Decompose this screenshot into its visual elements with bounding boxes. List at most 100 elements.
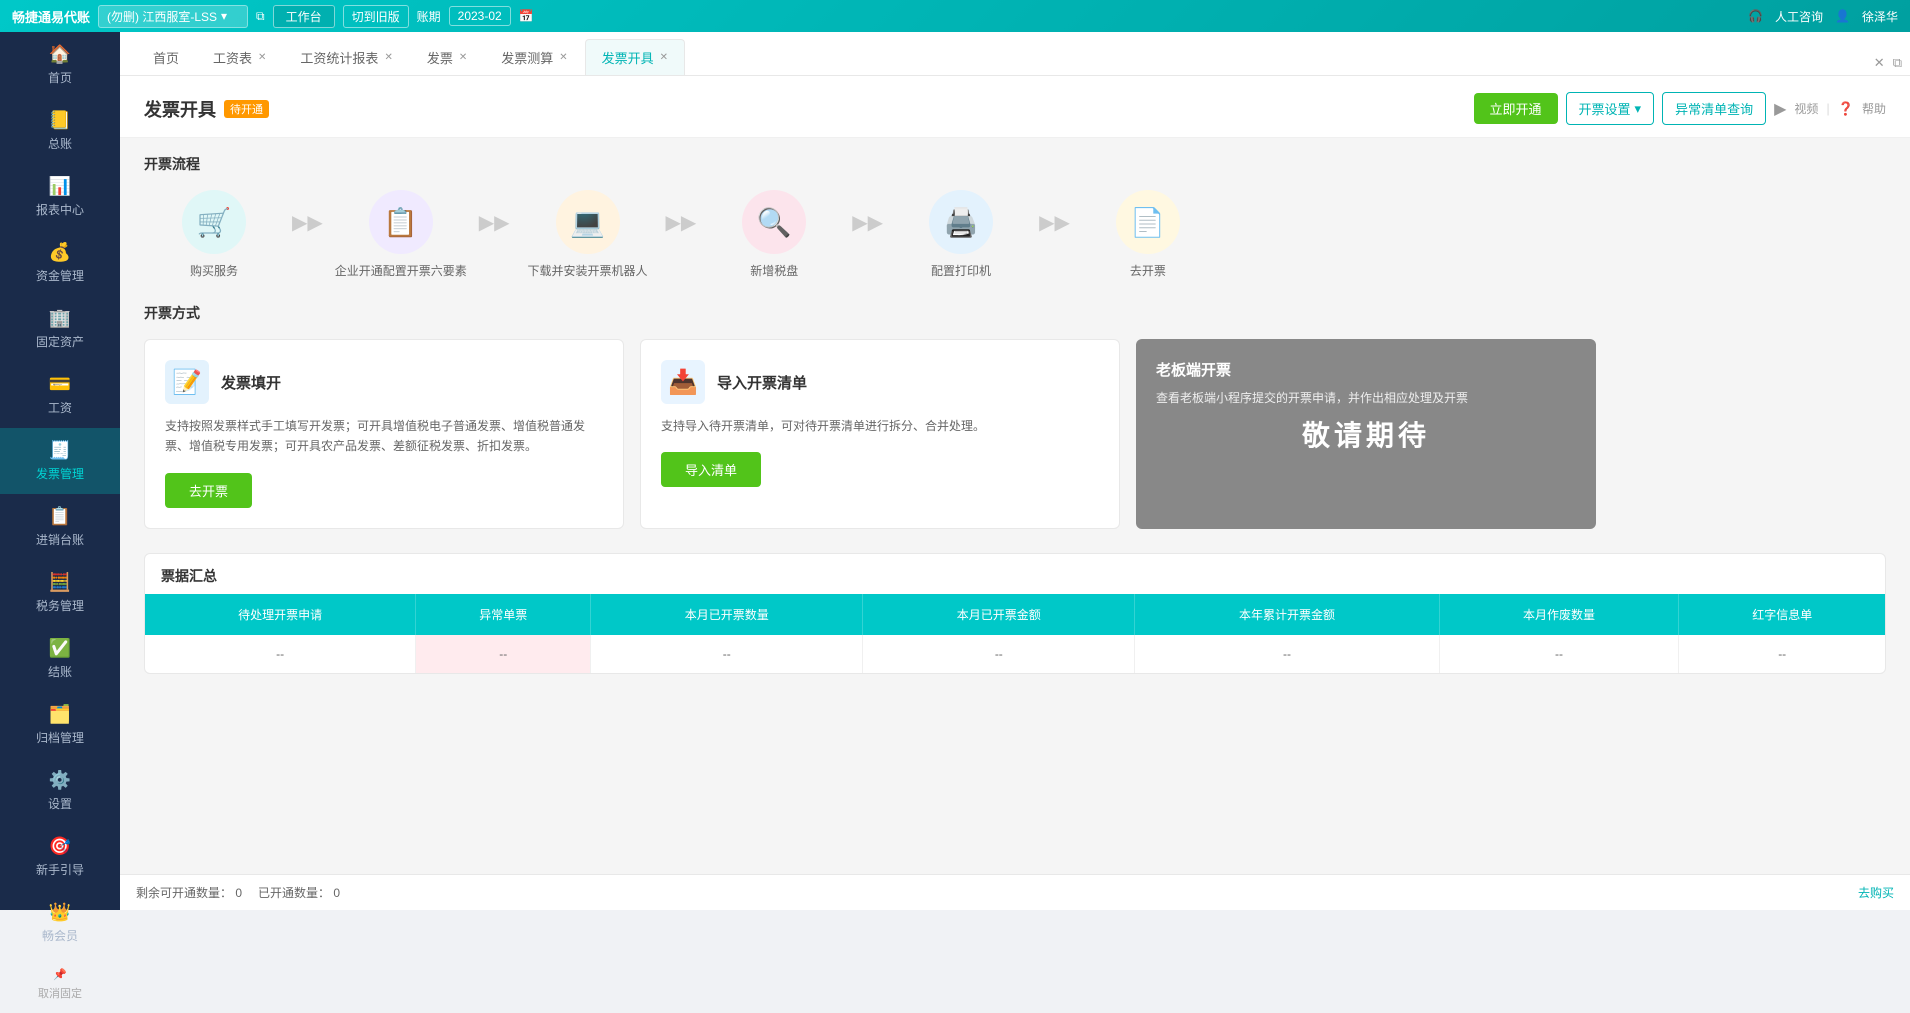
sidebar-item-archive[interactable]: 🗂️ 归档管理 xyxy=(0,692,120,758)
sidebar-item-tax[interactable]: 🧮 税务管理 xyxy=(0,560,120,626)
sidebar-item-funds[interactable]: 💰 资金管理 xyxy=(0,230,120,296)
summary-cell-red-info: -- xyxy=(1679,635,1885,673)
flow-step-config-printer: 🖨️ 配置打印机 xyxy=(891,190,1031,279)
summary-table: 待处理开票申请 异常单票 本月已开票数量 本月已开票金额 本年累计开票金额 本月… xyxy=(145,594,1885,673)
import-list-icon: 📥 xyxy=(661,360,705,404)
company-selector[interactable]: (勿删) 江西服室-LSS ▾ xyxy=(98,5,248,28)
workbench-button[interactable]: 工作台 xyxy=(273,5,335,28)
tax-icon: 🧮 xyxy=(49,572,71,593)
settings-dropdown-icon: ▾ xyxy=(1635,101,1642,117)
import-list-card: 📥 导入开票清单 支持导入待开票清单，可对待开票清单进行拆分、合并处理。 导入清… xyxy=(640,339,1120,529)
import-list-desc: 支持导入待开票清单，可对待开票清单进行拆分、合并处理。 xyxy=(661,416,1099,436)
tab-invoices[interactable]: 发票 ✕ xyxy=(410,39,484,75)
top-bar: 畅捷通易代账 (勿删) 江西服室-LSS ▾ ⧉ 工作台 切到旧版 账期 202… xyxy=(0,0,1910,32)
opened-value: 0 xyxy=(333,886,340,900)
settlement-icon: ✅ xyxy=(49,638,71,659)
tab-invoice-calc[interactable]: 发票测算 ✕ xyxy=(484,39,584,75)
flow-step-start-invoice-label: 去开票 xyxy=(1130,262,1166,279)
sidebar-label-tax: 税务管理 xyxy=(36,597,84,614)
flow-arrow-2: ▶▶ xyxy=(479,210,510,259)
sidebar-item-invoice[interactable]: 🧾 发票管理 xyxy=(0,428,120,494)
member-icon: 👑 xyxy=(49,902,71,923)
query-button[interactable]: 异常清单查询 xyxy=(1662,92,1766,125)
calendar-icon[interactable]: 📅 xyxy=(519,9,534,23)
manual-fill-desc: 支持按照发票样式手工填写开发票；可开具增值税电子普通发票、增值税普通发票、增值税… xyxy=(165,416,603,457)
sidebar-item-ledger[interactable]: 📒 总账 xyxy=(0,98,120,164)
video-label[interactable]: 视频 xyxy=(1794,100,1818,117)
remaining-label: 剩余可开通数量： 0 xyxy=(136,884,242,901)
open-now-button[interactable]: 立即开通 xyxy=(1474,93,1558,124)
sidebar-label-assets: 固定资产 xyxy=(36,333,84,350)
flow-step-buy-service: 🛒 购买服务 xyxy=(144,190,284,279)
page-title-row: 发票开具 待开通 xyxy=(144,96,269,122)
manual-fill-header: 📝 发票填开 xyxy=(165,360,603,404)
flow-section: 开票流程 🛒 购买服务 ▶▶ 📋 企业开通配置开票六要素 ▶▶ xyxy=(144,154,1886,279)
company-dropdown-icon: ▾ xyxy=(221,9,227,23)
top-bar-left: 畅捷通易代账 (勿删) 江西服室-LSS ▾ ⧉ 工作台 切到旧版 账期 202… xyxy=(12,5,534,28)
tab-salary-table[interactable]: 工资表 ✕ xyxy=(196,39,283,75)
summary-cell-month-count: -- xyxy=(591,635,863,673)
sidebar-label-guide: 新手引导 xyxy=(36,861,84,878)
tab-invoice-issue-close[interactable]: ✕ xyxy=(660,52,668,63)
start-invoice-icon: 📄 xyxy=(1116,190,1180,254)
sidebar-label-settings: 设置 xyxy=(48,795,72,812)
sidebar-item-unpin[interactable]: 📌 取消固定 xyxy=(0,956,120,1013)
tab-home[interactable]: 首页 xyxy=(136,39,196,75)
summary-table-header-row: 待处理开票申请 异常单票 本月已开票数量 本月已开票金额 本年累计开票金额 本月… xyxy=(145,594,1885,635)
sidebar-item-settings[interactable]: ⚙️ 设置 xyxy=(0,758,120,824)
sidebar-label-purchase-sale: 进销台账 xyxy=(36,531,84,548)
tab-salary-table-close[interactable]: ✕ xyxy=(258,52,266,63)
header-actions: 立即开通 开票设置 ▾ 异常清单查询 ▶ 视频 | ❓ 帮助 xyxy=(1474,92,1887,125)
tab-salary-stats[interactable]: 工资统计报表 ✕ xyxy=(283,39,409,75)
sidebar-label-settlement: 结账 xyxy=(48,663,72,680)
main-layout: 🏠 首页 📒 总账 📊 报表中心 💰 资金管理 🏢 固定资产 💳 工资 🧾 发票… xyxy=(0,32,1910,910)
copy-icon[interactable]: ⧉ xyxy=(256,9,265,24)
sidebar-item-member[interactable]: 👑 畅会员 xyxy=(0,890,120,956)
boss-card: 老板端开票 查看老板端小程序提交的开票申请，并作出相应处理及开票 敬请期待 xyxy=(1136,339,1596,529)
sidebar-item-reports[interactable]: 📊 报表中心 xyxy=(0,164,120,230)
close-window-icon[interactable]: ✕ xyxy=(1874,55,1885,71)
restore-window-icon[interactable]: ⧉ xyxy=(1893,55,1902,71)
human-support-label[interactable]: 人工咨询 xyxy=(1775,8,1823,25)
flow-arrow-5: ▶▶ xyxy=(1039,210,1070,259)
bottom-bar: 剩余可开通数量： 0 已开通数量： 0 去购买 xyxy=(120,874,1910,910)
sidebar-item-assets[interactable]: 🏢 固定资产 xyxy=(0,296,120,362)
company-label: (勿删) 江西服室-LSS xyxy=(107,8,217,25)
config-printer-icon: 🖨️ xyxy=(929,190,993,254)
flow-step-download-robot: 💻 下载并安装开票机器人 xyxy=(518,190,658,279)
import-list-button[interactable]: 导入清单 xyxy=(661,452,761,487)
flow-arrow-3: ▶▶ xyxy=(666,210,697,259)
sidebar-item-settlement[interactable]: ✅ 结账 xyxy=(0,626,120,692)
settings-button[interactable]: 开票设置 ▾ xyxy=(1566,92,1655,125)
sidebar-item-purchase-sale[interactable]: 📋 进销台账 xyxy=(0,494,120,560)
tab-invoices-close[interactable]: ✕ xyxy=(459,52,467,63)
summary-header-void-count: 本月作废数量 xyxy=(1439,594,1679,635)
tab-salary-stats-close[interactable]: ✕ xyxy=(384,52,392,63)
tab-invoice-issue[interactable]: 发票开具 ✕ xyxy=(585,39,685,75)
sidebar-label-member: 畅会员 xyxy=(42,927,78,944)
enterprise-setup-icon: 📋 xyxy=(369,190,433,254)
summary-header-month-count: 本月已开票数量 xyxy=(591,594,863,635)
question-icon: ❓ xyxy=(1838,101,1854,117)
user-name[interactable]: 徐泽华 xyxy=(1862,8,1898,25)
switch-old-button[interactable]: 切到旧版 xyxy=(343,5,409,28)
tab-invoice-calc-close[interactable]: ✕ xyxy=(559,52,567,63)
sidebar-label-unpin: 取消固定 xyxy=(38,985,82,1001)
sidebar: 🏠 首页 📒 总账 📊 报表中心 💰 资金管理 🏢 固定资产 💳 工资 🧾 发票… xyxy=(0,32,120,910)
purchase-sale-icon: 📋 xyxy=(49,506,71,527)
home-icon: 🏠 xyxy=(49,44,71,65)
remaining-text: 剩余可开通数量： xyxy=(136,886,232,900)
reports-icon: 📊 xyxy=(49,176,71,197)
flow-step-start-invoice: 📄 去开票 xyxy=(1078,190,1218,279)
summary-section: 票据汇总 待处理开票申请 异常单票 本月已开票数量 本月已开票金额 本年累计开票… xyxy=(144,553,1886,674)
sidebar-item-salary[interactable]: 💳 工资 xyxy=(0,362,120,428)
go-invoice-button[interactable]: 去开票 xyxy=(165,473,252,508)
sidebar-item-guide[interactable]: 🎯 新手引导 xyxy=(0,824,120,890)
flow-step-add-tax: 🔍 新增税盘 xyxy=(704,190,844,279)
summary-header-abnormal: 异常单票 xyxy=(416,594,591,635)
help-label[interactable]: 帮助 xyxy=(1862,100,1886,117)
period-value[interactable]: 2023-02 xyxy=(449,6,511,26)
sidebar-label-home: 首页 xyxy=(48,69,72,86)
buy-link[interactable]: 去购买 xyxy=(1858,884,1894,901)
sidebar-item-home[interactable]: 🏠 首页 xyxy=(0,32,120,98)
